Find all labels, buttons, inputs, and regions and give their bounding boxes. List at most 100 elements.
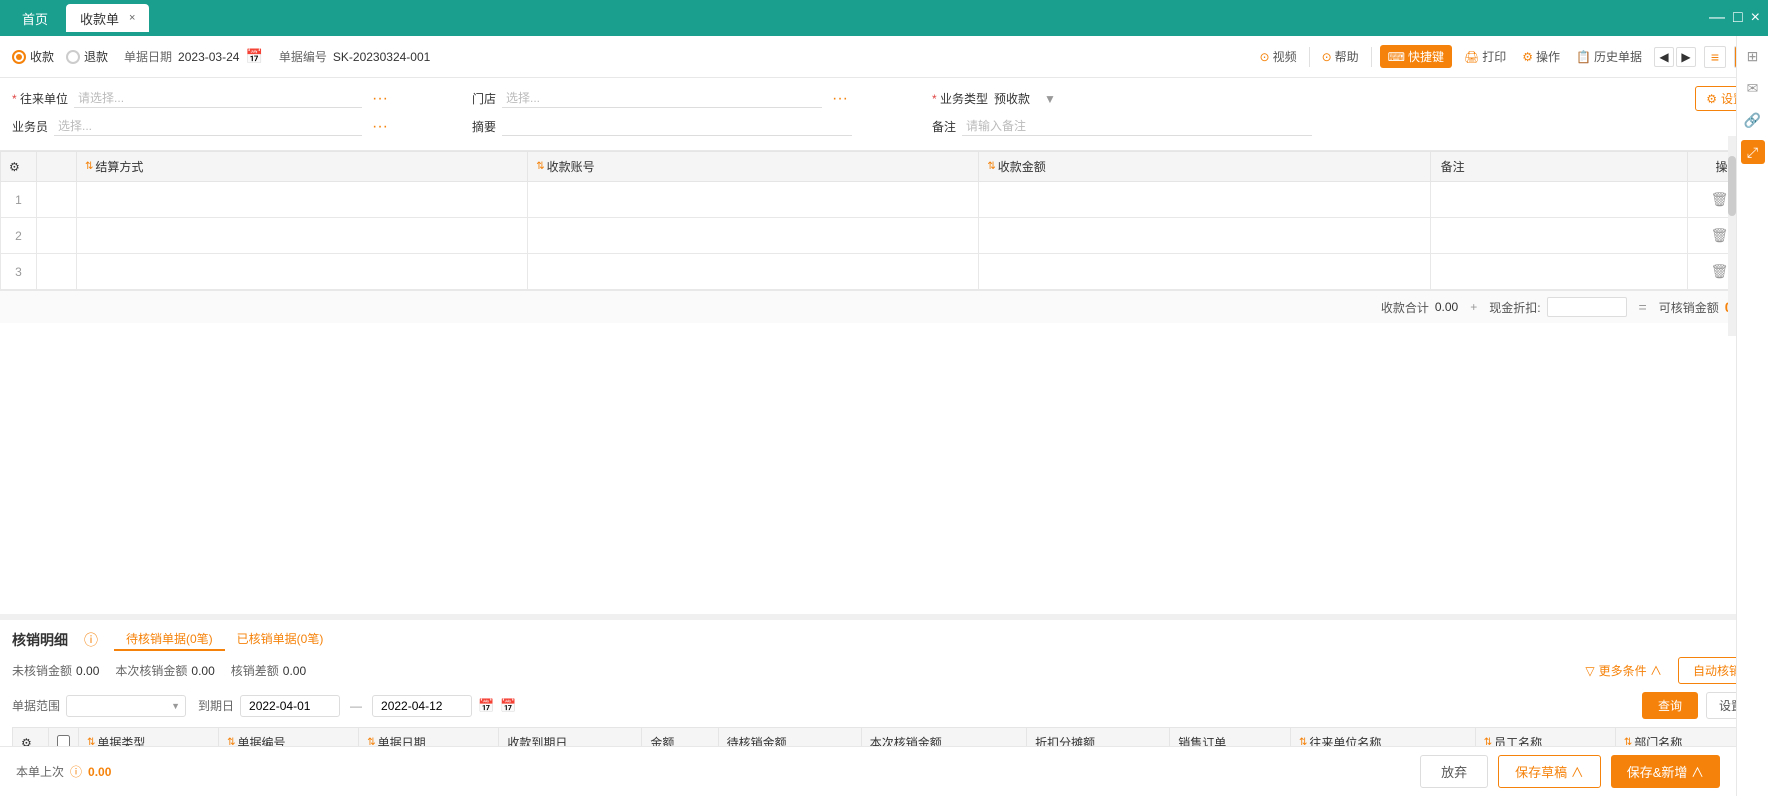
row-1-amount[interactable] xyxy=(979,182,1430,218)
store-input[interactable] xyxy=(502,89,822,108)
footer-info-icon[interactable]: ⓘ xyxy=(70,763,82,780)
row-1-settle[interactable] xyxy=(77,182,528,218)
row-2-delete-icon[interactable]: 🗑 xyxy=(1711,227,1729,244)
calendar-icon[interactable]: 📅 xyxy=(245,48,262,65)
help-icon: ⊙ xyxy=(1322,50,1332,64)
th-settle-method: ⇅结算方式 xyxy=(77,152,528,182)
summary-plus: + xyxy=(1470,300,1477,314)
prev-arrow[interactable]: ◀ xyxy=(1654,47,1674,67)
bill-range-select[interactable] xyxy=(66,695,186,717)
row-3-remark[interactable] xyxy=(1430,254,1687,290)
row-2-settle[interactable] xyxy=(77,218,528,254)
sidebar-table-icon[interactable]: ⊞ xyxy=(1741,44,1765,68)
close-btn[interactable]: × xyxy=(1751,9,1760,27)
list-view-btn[interactable]: ≡ xyxy=(1704,46,1726,68)
biz-type-arrow[interactable]: ▼ xyxy=(1044,92,1056,106)
scroll-track[interactable] xyxy=(1728,136,1736,336)
save-new-btn[interactable]: 保存&新增 ∧ xyxy=(1611,755,1720,788)
row-1-remark[interactable] xyxy=(1430,182,1687,218)
tab-close-icon[interactable]: × xyxy=(129,12,135,24)
discard-btn[interactable]: 放弃 xyxy=(1420,755,1488,788)
th-gear[interactable]: ⚙ xyxy=(1,152,37,182)
operate-btn[interactable]: ⚙ 操作 xyxy=(1518,46,1564,67)
biz-type-value: 预收款 xyxy=(994,90,1030,107)
history-btn[interactable]: 📋 历史单据 xyxy=(1572,46,1646,67)
print-icon: 🖨 xyxy=(1464,50,1479,64)
stat-diff-value: 0.00 xyxy=(283,664,306,678)
tab-receipt[interactable]: 收款单 × xyxy=(66,4,149,32)
discount-input[interactable] xyxy=(1547,297,1627,317)
radio-receipt[interactable]: 收款 xyxy=(12,48,54,65)
scroll-thumb[interactable] xyxy=(1728,156,1736,216)
verify-filter-row: 单据范围 到期日 — 📅 📅 xyxy=(12,692,1756,719)
verify-info-icon[interactable]: ⓘ xyxy=(84,630,98,650)
row-3-account[interactable] xyxy=(528,254,979,290)
save-draft-btn[interactable]: 保存草稿 ∧ xyxy=(1498,755,1601,788)
note-input[interactable] xyxy=(962,117,1312,136)
staff-input[interactable] xyxy=(54,117,362,136)
maximize-btn[interactable]: □ xyxy=(1733,9,1743,27)
summary-row: 收款合计 0.00 + 现金折扣: = 可核销金额 0.00 xyxy=(0,290,1768,323)
history-label: 历史单据 xyxy=(1594,48,1642,65)
shortcut-btn[interactable]: ⌨ 快捷键 xyxy=(1380,45,1452,68)
radio-refund[interactable]: 退款 xyxy=(66,48,108,65)
note-field: 备注 xyxy=(932,117,1312,136)
radio-refund-circle xyxy=(66,50,80,64)
toolbar-row: 收款 退款 单据日期 2023-03-24 📅 单据编号 SK-20230324… xyxy=(0,36,1768,78)
due-date-to-input[interactable] xyxy=(372,695,472,717)
more-filter-btn[interactable]: ▽ 更多条件 ∧ xyxy=(1585,662,1662,679)
summary-discount-label: 现金折扣: xyxy=(1489,299,1540,316)
row-1-account[interactable] xyxy=(528,182,979,218)
remark-input[interactable] xyxy=(502,117,852,136)
print-label: 打印 xyxy=(1482,48,1506,65)
bill-range-label: 单据范围 xyxy=(12,697,60,714)
sidebar-link-icon[interactable]: 🔗 xyxy=(1741,108,1765,132)
sidebar-mail-icon[interactable]: ✉ xyxy=(1741,76,1765,100)
window-controls: — □ × xyxy=(1709,9,1760,27)
calendar-to-icon[interactable]: 📅 xyxy=(500,698,516,714)
tab-bar: 首页 收款单 × — □ × xyxy=(0,0,1768,36)
staff-label: 业务员 xyxy=(12,118,48,135)
summary-total-label: 收款合计 xyxy=(1381,299,1429,316)
video-btn[interactable]: ⊙ 视频 xyxy=(1256,46,1301,67)
verify-stats: 未核销金额 0.00 本次核销金额 0.00 核销差额 0.00 ▽ 更多条件 … xyxy=(12,657,1756,684)
minimize-btn[interactable]: — xyxy=(1709,9,1725,27)
store-more-btn[interactable]: ··· xyxy=(828,90,852,108)
tab-done[interactable]: 已核销单据(0笔) xyxy=(225,628,336,651)
row-2-account[interactable] xyxy=(528,218,979,254)
verify-tabs: 待核销单据(0笔) 已核销单据(0笔) xyxy=(114,628,335,651)
history-icon: 📋 xyxy=(1576,50,1591,64)
row-3-delete-icon[interactable]: 🗑 xyxy=(1711,263,1729,280)
verify-header: 核销明细 ⓘ 待核销单据(0笔) 已核销单据(0笔) xyxy=(12,628,1756,651)
row-3-settle[interactable] xyxy=(77,254,528,290)
counterpart-input[interactable] xyxy=(74,89,362,108)
form-area: 往来单位 ··· 门店 ··· 业务类型 预收款 ▼ xyxy=(0,78,1768,151)
search-btn[interactable]: 查询 xyxy=(1642,692,1698,719)
th-account-label: 收款账号 xyxy=(547,158,595,175)
next-arrow[interactable]: ▶ xyxy=(1676,47,1696,67)
counterpart-more-btn[interactable]: ··· xyxy=(368,90,392,108)
row-2-amount[interactable] xyxy=(979,218,1430,254)
form-row-2: 业务员 ··· 摘要 备注 xyxy=(12,117,1756,136)
tab-pending[interactable]: 待核销单据(0笔) xyxy=(114,628,225,651)
row-2-remark[interactable] xyxy=(1430,218,1687,254)
radio-refund-label: 退款 xyxy=(84,48,108,65)
toolbar-right: ⊙ 视频 ⊙ 帮助 ⌨ 快捷键 🖨 打印 ⚙ xyxy=(1256,45,1757,68)
print-btn[interactable]: 🖨 打印 xyxy=(1460,46,1510,67)
help-btn[interactable]: ⊙ 帮助 xyxy=(1318,46,1363,67)
biz-type-field: 业务类型 预收款 ▼ xyxy=(932,90,1695,107)
row-1-delete-icon[interactable]: 🗑 xyxy=(1711,191,1729,208)
tab-home[interactable]: 首页 xyxy=(8,4,62,32)
remark-field: 摘要 xyxy=(472,117,852,136)
sort-icon-settle: ⇅ xyxy=(85,161,93,172)
row-3-amount[interactable] xyxy=(979,254,1430,290)
staff-more-btn[interactable]: ··· xyxy=(368,118,392,136)
due-date-from-input[interactable] xyxy=(240,695,340,717)
table-row: 3 🗑 ⧉ xyxy=(1,254,1768,290)
calendar-from-icon[interactable]: 📅 xyxy=(478,698,494,714)
table-area: ⚙ ⇅结算方式 ⇅收款账号 ⇅收款金额 备注 xyxy=(0,151,1768,614)
table-header-row: ⚙ ⇅结算方式 ⇅收款账号 ⇅收款金额 备注 xyxy=(1,152,1768,182)
stat-current: 本次核销金额 0.00 xyxy=(115,662,214,679)
bill-no-label: 单据编号 xyxy=(279,48,327,65)
sidebar-expand-icon[interactable]: ⤢ xyxy=(1741,140,1765,164)
